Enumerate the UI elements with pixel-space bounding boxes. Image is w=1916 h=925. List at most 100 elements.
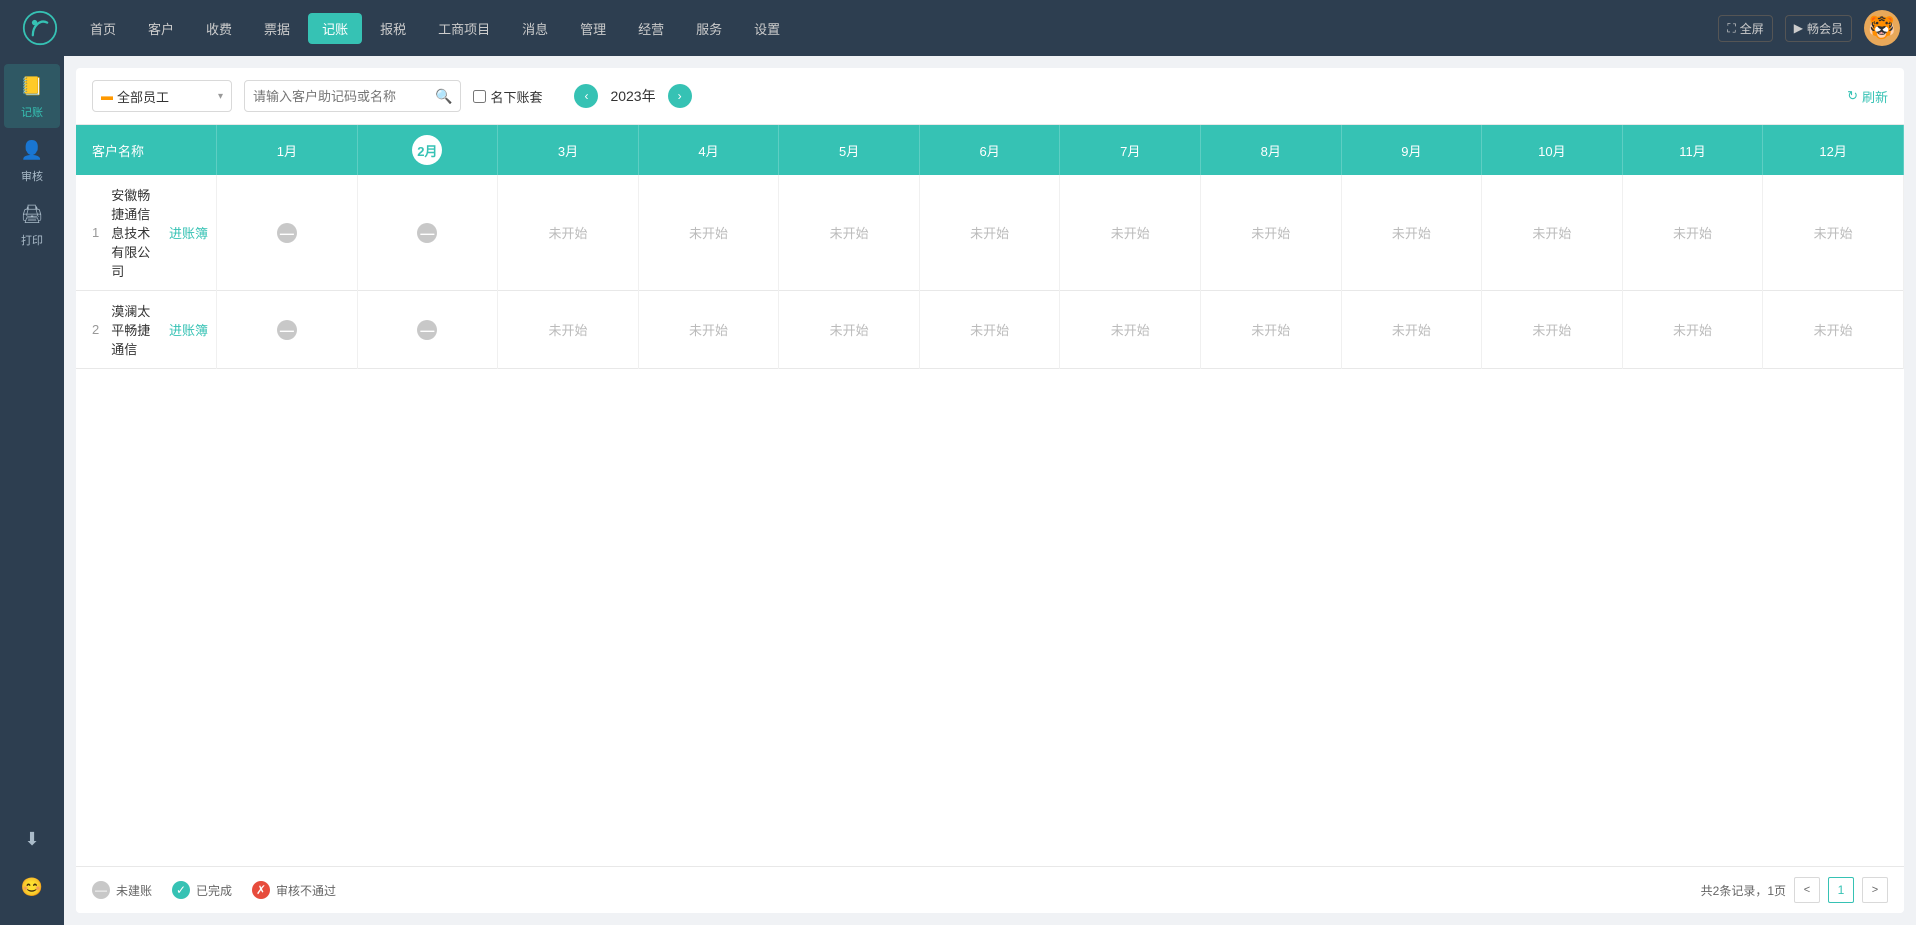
month-cell-m12: 未开始 [1763,175,1904,291]
search-icon[interactable]: 🔍 [435,88,452,105]
col-header-m3: 3月 [498,125,639,175]
nav-item-经营[interactable]: 经营 [624,13,678,44]
col-header-m8: 8月 [1201,125,1342,175]
not-started-status: 未开始 [1392,323,1431,338]
sidebar-label: 记账 [21,104,43,120]
month-cell-m1: — [217,291,358,369]
not-started-status: 未开始 [970,226,1009,241]
dash-status-icon: — [277,320,297,340]
not-started-status: 未开始 [1532,226,1571,241]
rejected-icon: ✗ [252,881,270,899]
member-label: 畅会员 [1807,20,1843,37]
accounts-table: 客户名称1月2月3月4月5月6月7月8月9月10月11月12月 1 安徽畅捷通信… [76,125,1904,369]
month-cell-m7: 未开始 [1060,291,1201,369]
current-page[interactable]: 1 [1828,877,1854,903]
month-cell-m4: 未开始 [638,175,779,291]
sidebar-icon: 📒 [18,72,46,100]
month-cell-m2: — [357,175,498,291]
done-icon: ✓ [172,881,190,899]
sidebar-item-打印[interactable]: 🖨打印 [4,192,60,256]
not-started-status: 未开始 [1673,226,1712,241]
refresh-button[interactable]: ↻ 刷新 [1847,87,1888,106]
next-year-button[interactable]: › [668,84,692,108]
rejected-label: 审核不通过 [276,882,336,899]
nav-item-客户[interactable]: 客户 [134,13,188,44]
sidebar-bottom-item-0[interactable]: ⬇ [4,817,60,861]
search-wrapper[interactable]: 🔍 [244,80,461,112]
not-started-status: 未开始 [1814,226,1853,241]
col-header-m5: 5月 [779,125,920,175]
sidebar-bottom-item-1[interactable]: 😊 [4,865,60,909]
not-started-status: 未开始 [1673,323,1712,338]
nav-item-管理[interactable]: 管理 [566,13,620,44]
nav-item-工商项目[interactable]: 工商项目 [424,13,504,44]
customer-name-cell: 2 漠澜太平畅捷通信 进账簿 [76,291,217,369]
month-cell-m8: 未开始 [1201,291,1342,369]
month-cell-m2: — [357,291,498,369]
next-page-button[interactable]: > [1862,877,1888,903]
not-started-status: 未开始 [548,226,587,241]
dash-status-icon: — [417,223,437,243]
nav-item-服务[interactable]: 服务 [682,13,736,44]
employee-select[interactable]: ▬ 全部员工 ▾ [92,80,232,112]
content-area: ▬ 全部员工 ▾ 🔍 名下账套 ‹ 2023年 › [64,56,1916,925]
app-logo [16,8,64,48]
sidebar-bottom-icon: 😊 [18,873,46,901]
member-button[interactable]: ▶ 畅会员 [1785,15,1852,42]
nav-item-设置[interactable]: 设置 [740,13,794,44]
col-header-m4: 4月 [638,125,779,175]
enter-ledger-link[interactable]: 进账簿 [169,320,208,339]
my-accounts-checkbox[interactable] [473,90,486,103]
year-display: 2023年 [610,86,655,106]
month-cell-m10: 未开始 [1482,175,1623,291]
nav-item-收费[interactable]: 收费 [192,13,246,44]
fullscreen-button[interactable]: ⛶ 全屏 [1718,15,1772,42]
col-header-m11: 11月 [1622,125,1763,175]
month-cell-m10: 未开始 [1482,291,1623,369]
top-navigation: 首页客户收费票据记账报税工商项目消息管理经营服务设置 ⛶ 全屏 ▶ 畅会员 🐯 [0,0,1916,56]
prev-page-button[interactable]: < [1794,877,1820,903]
nav-item-首页[interactable]: 首页 [76,13,130,44]
table-container: 客户名称1月2月3月4月5月6月7月8月9月10月11月12月 1 安徽畅捷通信… [76,125,1904,866]
not-built-label: 未建账 [116,882,152,899]
search-input[interactable] [253,89,429,104]
year-navigation: ‹ 2023年 › [574,84,691,108]
customer-name: 安徽畅捷通信息技术有限公司 [111,185,161,280]
prev-year-button[interactable]: ‹ [574,84,598,108]
col-header-m9: 9月 [1341,125,1482,175]
done-label: 已完成 [196,882,232,899]
nav-item-消息[interactable]: 消息 [508,13,562,44]
nav-item-票据[interactable]: 票据 [250,13,304,44]
month-cell-m9: 未开始 [1341,175,1482,291]
sidebar-item-审核[interactable]: 👤审核 [4,128,60,192]
not-started-status: 未开始 [1814,323,1853,338]
month-cell-m3: 未开始 [498,291,639,369]
dash-status-icon: — [277,223,297,243]
not-started-status: 未开始 [548,323,587,338]
month-cell-m5: 未开始 [779,291,920,369]
col-header-m12: 12月 [1763,125,1904,175]
month-cell-m4: 未开始 [638,291,779,369]
not-started-status: 未开始 [1111,226,1150,241]
enter-ledger-link[interactable]: 进账簿 [169,223,208,242]
content-card: ▬ 全部员工 ▾ 🔍 名下账套 ‹ 2023年 › [76,68,1904,913]
month-cell-m8: 未开始 [1201,175,1342,291]
col-header-m6: 6月 [919,125,1060,175]
nav-item-记账[interactable]: 记账 [308,13,362,44]
month-cell-m3: 未开始 [498,175,639,291]
not-started-status: 未开始 [830,226,869,241]
checkbox-text: 名下账套 [490,87,542,106]
user-avatar[interactable]: 🐯 [1864,10,1900,46]
legend-done: ✓ 已完成 [172,881,232,899]
month-cell-m11: 未开始 [1622,175,1763,291]
checkbox-label[interactable]: 名下账套 [473,87,542,106]
dash-status-icon: — [417,320,437,340]
table-row: 2 漠澜太平畅捷通信 进账簿 ——未开始未开始未开始未开始未开始未开始未开始未开… [76,291,1904,369]
nav-item-报税[interactable]: 报税 [366,13,420,44]
fullscreen-icon: ⛶ [1727,21,1735,36]
customer-name: 漠澜太平畅捷通信 [111,301,161,358]
sidebar-item-记账[interactable]: 📒 记账 [4,64,60,128]
top-nav-right: ⛶ 全屏 ▶ 畅会员 🐯 [1718,10,1900,46]
month-cell-m1: — [217,175,358,291]
not-built-icon: — [92,881,110,899]
